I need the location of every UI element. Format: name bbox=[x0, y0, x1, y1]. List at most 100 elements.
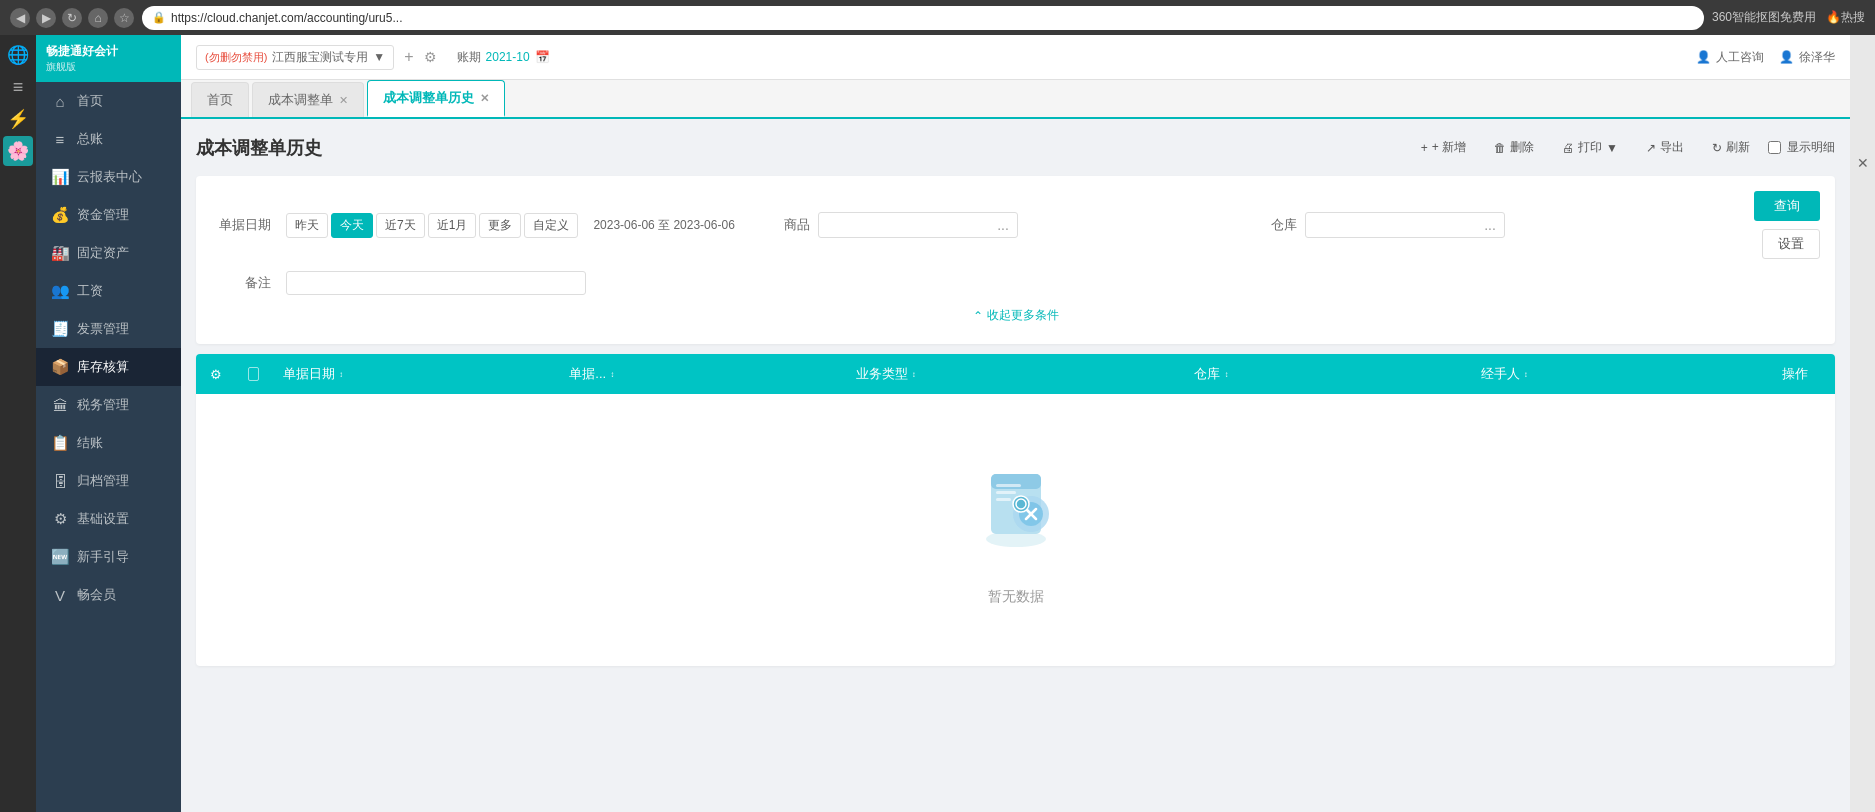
sidebar-item-close[interactable]: 📋 结账 bbox=[36, 424, 181, 462]
address-bar[interactable]: 🔒 https://cloud.chanjet.com/accounting/u… bbox=[142, 6, 1704, 30]
home-icon: ⌂ bbox=[51, 93, 69, 110]
sidebar-label-home: 首页 bbox=[77, 92, 103, 110]
calendar-icon[interactable]: 📅 bbox=[535, 50, 550, 64]
sidebar-label-fixed-assets: 固定资产 bbox=[77, 244, 129, 262]
report-icon: 📊 bbox=[51, 168, 69, 186]
th-actions-label: 操作 bbox=[1782, 365, 1808, 383]
tab-home[interactable]: 首页 bbox=[191, 82, 249, 117]
add-company-btn[interactable]: + bbox=[404, 48, 413, 66]
date-btn-1month[interactable]: 近1月 bbox=[428, 213, 477, 238]
warehouse-dots: ... bbox=[1484, 217, 1496, 233]
app-logo[interactable]: 畅捷通好会计 旗舰版 bbox=[36, 35, 181, 82]
delete-button[interactable]: 🗑 删除 bbox=[1484, 134, 1544, 161]
date-btn-today[interactable]: 今天 bbox=[331, 213, 373, 238]
th-no-label: 单据... bbox=[569, 365, 606, 383]
ext-icon-4[interactable]: 🌸 bbox=[3, 136, 33, 166]
data-table: ⚙ 单据日期 ↕ 单据... ↕ 业务类型 ↕ bbox=[196, 354, 1835, 666]
warehouse-sort-icon[interactable]: ↕ bbox=[1224, 370, 1228, 379]
consult-btn[interactable]: 👤 人工咨询 bbox=[1696, 49, 1764, 66]
home-button[interactable]: ⌂ bbox=[88, 8, 108, 28]
refresh-button[interactable]: ↻ bbox=[62, 8, 82, 28]
sidebar-item-vip[interactable]: V 畅会员 bbox=[36, 576, 181, 614]
empty-illustration bbox=[966, 454, 1066, 554]
collapse-filter-btn[interactable]: ⌃ 收起更多条件 bbox=[973, 307, 1059, 324]
panel-close-button[interactable]: ✕ bbox=[1852, 150, 1874, 176]
settings-btn[interactable]: ⚙ bbox=[424, 49, 437, 65]
sidebar-label-guide: 新手引导 bbox=[77, 548, 129, 566]
sidebar-item-guide[interactable]: 🆕 新手引导 bbox=[36, 538, 181, 576]
date-btn-more[interactable]: 更多 bbox=[479, 213, 521, 238]
sidebar-item-tax[interactable]: 🏛 税务管理 bbox=[36, 386, 181, 424]
remark-input[interactable] bbox=[286, 271, 586, 295]
filter-row-remark: 备注 bbox=[211, 271, 1820, 295]
sidebar-item-report[interactable]: 📊 云报表中心 bbox=[36, 158, 181, 196]
date-sort-icon[interactable]: ↕ bbox=[339, 370, 343, 379]
new-label: + 新增 bbox=[1432, 139, 1466, 156]
query-button[interactable]: 查询 bbox=[1754, 191, 1820, 221]
sidebar-item-inventory[interactable]: 📦 库存核算 bbox=[36, 348, 181, 386]
operator-sort-icon[interactable]: ↕ bbox=[1524, 370, 1528, 379]
tab-cost-adjust-history-close[interactable]: ✕ bbox=[480, 92, 489, 105]
date-btn-custom[interactable]: 自定义 bbox=[524, 213, 578, 238]
top-bar-right: 👤 人工咨询 👤 徐泽华 bbox=[1696, 49, 1835, 66]
lock-icon: 🔒 bbox=[152, 11, 166, 24]
user-avatar-icon: 👤 bbox=[1779, 50, 1794, 64]
top-bar: (勿删勿禁用) 江西服宝测试专用 ▼ + ⚙ 账期 2021-10 📅 👤 人工… bbox=[181, 35, 1850, 80]
sidebar-item-archive[interactable]: 🗄 归档管理 bbox=[36, 462, 181, 500]
sidebar-item-payroll[interactable]: 👥 工资 bbox=[36, 272, 181, 310]
back-button[interactable]: ◀ bbox=[10, 8, 30, 28]
logo-sub: 旗舰版 bbox=[46, 60, 118, 74]
ext-icon-3[interactable]: ⚡ bbox=[3, 104, 33, 134]
no-sort-icon[interactable]: ↕ bbox=[610, 370, 614, 379]
show-cols-toggle[interactable]: 显示明细 bbox=[1768, 139, 1835, 156]
goods-selector[interactable]: ... bbox=[818, 212, 1018, 238]
th-warehouse[interactable]: 仓库 ↕ bbox=[1182, 365, 1468, 383]
date-btn-7days[interactable]: 近7天 bbox=[376, 213, 425, 238]
forward-button[interactable]: ▶ bbox=[36, 8, 56, 28]
tab-cost-adjust-history[interactable]: 成本调整单历史 ✕ bbox=[367, 80, 505, 117]
ext-icon-2[interactable]: ≡ bbox=[3, 72, 33, 102]
svg-rect-12 bbox=[996, 498, 1011, 501]
th-checkbox[interactable] bbox=[236, 367, 271, 381]
sidebar-item-settings[interactable]: ⚙ 基础设置 bbox=[36, 500, 181, 538]
star-button[interactable]: ☆ bbox=[114, 8, 134, 28]
refresh-button[interactable]: ↻ 刷新 bbox=[1702, 134, 1760, 161]
date-btn-yesterday[interactable]: 昨天 bbox=[286, 213, 328, 238]
setting-button[interactable]: 设置 bbox=[1762, 229, 1820, 259]
ext-icon-1[interactable]: 🌐 bbox=[3, 40, 33, 70]
empty-state-icon bbox=[966, 454, 1066, 573]
delete-icon: 🗑 bbox=[1494, 141, 1506, 155]
show-cols-checkbox[interactable] bbox=[1768, 141, 1781, 154]
company-selector[interactable]: (勿删勿禁用) 江西服宝测试专用 ▼ bbox=[196, 45, 394, 70]
export-button[interactable]: ↗ 导出 bbox=[1636, 134, 1694, 161]
sidebar-item-fund[interactable]: 💰 资金管理 bbox=[36, 196, 181, 234]
th-date[interactable]: 单据日期 ↕ bbox=[271, 365, 557, 383]
th-biz-label: 业务类型 bbox=[856, 365, 908, 383]
sidebar-label-settings: 基础设置 bbox=[77, 510, 129, 528]
tab-cost-adjust[interactable]: 成本调整单 ✕ bbox=[252, 82, 364, 117]
export-icon: ↗ bbox=[1646, 141, 1656, 155]
th-operator[interactable]: 经手人 ↕ bbox=[1469, 365, 1755, 383]
user-menu[interactable]: 👤 徐泽华 bbox=[1779, 49, 1835, 66]
th-biz-type[interactable]: 业务类型 ↕ bbox=[844, 365, 1183, 383]
fund-icon: 💰 bbox=[51, 206, 69, 224]
date-range-display: 2023-06-06 至 2023-06-06 bbox=[593, 217, 734, 234]
sidebar-item-ledger[interactable]: ≡ 总账 bbox=[36, 120, 181, 158]
sidebar-item-invoice[interactable]: 🧾 发票管理 bbox=[36, 310, 181, 348]
sidebar-item-home[interactable]: ⌂ 首页 bbox=[36, 82, 181, 120]
th-settings[interactable]: ⚙ bbox=[196, 367, 236, 382]
filter-panel: 单据日期 昨天 今天 近7天 近1月 更多 自定义 2023-06-06 至 2… bbox=[196, 176, 1835, 344]
sidebar-label-report: 云报表中心 bbox=[77, 168, 142, 186]
th-no[interactable]: 单据... ↕ bbox=[557, 365, 843, 383]
period-info: 账期 2021-10 📅 bbox=[457, 49, 550, 66]
new-button[interactable]: + + 新增 bbox=[1411, 134, 1476, 161]
tab-cost-adjust-close[interactable]: ✕ bbox=[339, 94, 348, 107]
biz-sort-icon[interactable]: ↕ bbox=[912, 370, 916, 379]
sidebar-item-fixed-assets[interactable]: 🏭 固定资产 bbox=[36, 234, 181, 272]
print-button[interactable]: 🖨 打印 ▼ bbox=[1552, 134, 1628, 161]
filter-row-date: 单据日期 昨天 今天 近7天 近1月 更多 自定义 2023-06-06 至 2… bbox=[211, 191, 1820, 259]
sidebar-label-archive: 归档管理 bbox=[77, 472, 129, 490]
warehouse-selector[interactable]: ... bbox=[1305, 212, 1505, 238]
person-icon: 👤 bbox=[1696, 50, 1711, 64]
select-all-checkbox[interactable] bbox=[248, 367, 259, 381]
